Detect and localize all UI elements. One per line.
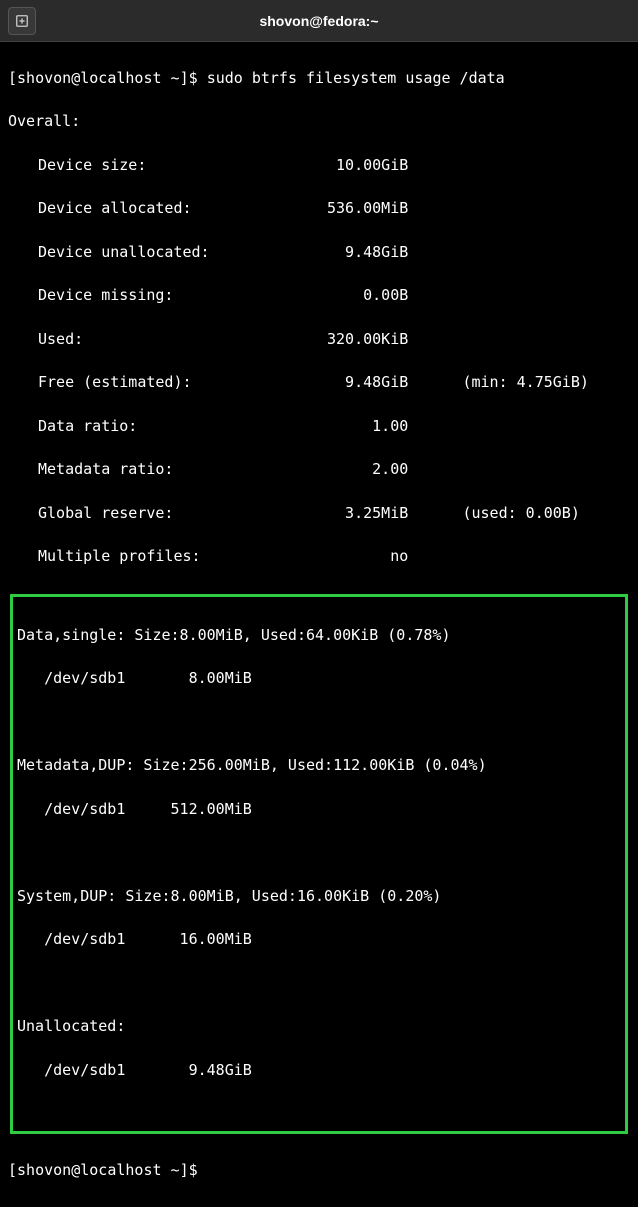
row-label: Device size: 10.00GiB xyxy=(38,156,408,174)
metadata-section-header: Metadata,DUP: Size:256.00MiB, Used:112.0… xyxy=(17,755,621,777)
metadata-section-device: /dev/sdb1 512.00MiB xyxy=(17,799,621,821)
blank-line xyxy=(17,973,621,995)
overall-row: Device allocated: 536.00MiB xyxy=(8,198,630,220)
prompt-userhost: [shovon@localhost ~]$ xyxy=(8,69,207,87)
blank-line xyxy=(17,842,621,864)
overall-row: Device unallocated: 9.48GiB xyxy=(8,242,630,264)
overall-row: Metadata ratio: 2.00 xyxy=(8,459,630,481)
system-section-device: /dev/sdb1 16.00MiB xyxy=(17,929,621,951)
command-text: sudo btrfs filesystem usage /data xyxy=(207,69,505,87)
highlighted-section: Data,single: Size:8.00MiB, Used:64.00KiB… xyxy=(10,594,628,1134)
prompt-userhost: [shovon@localhost ~]$ xyxy=(8,1161,207,1179)
unallocated-section-device: /dev/sdb1 9.48GiB xyxy=(17,1060,621,1082)
unallocated-section-header: Unallocated: xyxy=(17,1016,621,1038)
blank-line xyxy=(17,712,621,734)
overall-header: Overall: xyxy=(8,111,630,133)
prompt-line: [shovon@localhost ~]$ sudo btrfs filesys… xyxy=(8,68,630,90)
overall-row: Global reserve: 3.25MiB (used: 0.00B) xyxy=(8,503,630,525)
data-section-device: /dev/sdb1 8.00MiB xyxy=(17,668,621,690)
system-section-header: System,DUP: Size:8.00MiB, Used:16.00KiB … xyxy=(17,886,621,908)
overall-row: Used: 320.00KiB xyxy=(8,329,630,351)
terminal-output[interactable]: [shovon@localhost ~]$ sudo btrfs filesys… xyxy=(0,42,638,1207)
overall-row: Device size: 10.00GiB xyxy=(8,155,630,177)
overall-row: Device missing: 0.00B xyxy=(8,285,630,307)
callout-arrow xyxy=(631,854,638,874)
terminal-container: [shovon@localhost ~]$ sudo btrfs filesys… xyxy=(0,42,638,610)
data-section-header: Data,single: Size:8.00MiB, Used:64.00KiB… xyxy=(17,625,621,647)
prompt-line: [shovon@localhost ~]$ xyxy=(8,1160,630,1182)
overall-row: Multiple profiles: no xyxy=(8,546,630,568)
window-title: shovon@fedora:~ xyxy=(8,13,630,29)
overall-row: Free (estimated): 9.48GiB (min: 4.75GiB) xyxy=(8,372,630,394)
overall-row: Data ratio: 1.00 xyxy=(8,416,630,438)
window-titlebar: shovon@fedora:~ xyxy=(0,0,638,42)
